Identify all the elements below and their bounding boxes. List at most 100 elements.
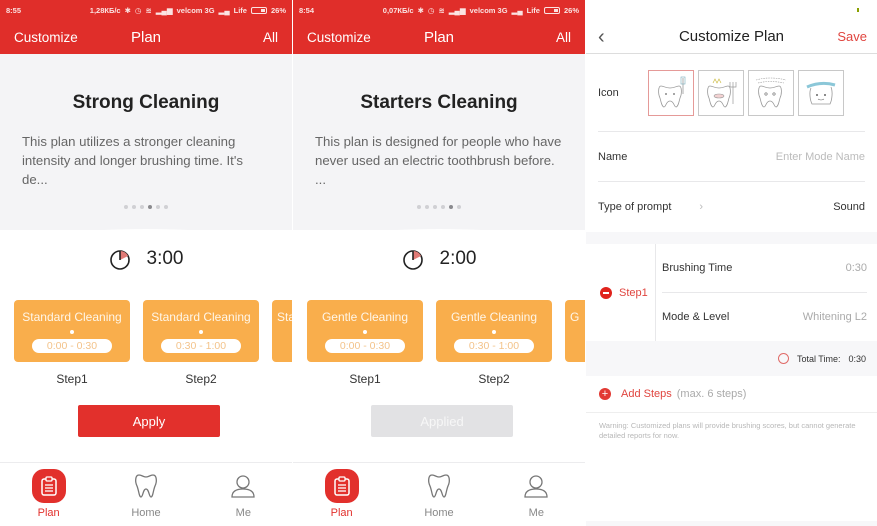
step-item[interactable]: Standard Cleaning 0:30 - 1:00 Step2 [143, 300, 259, 386]
step-range: 0:00 - 0:30 [31, 339, 113, 353]
carousel-dot [441, 205, 445, 209]
plan-screen-strong: 8:55 1,28КБ/с ✱ ◷ ≋ ▂▄▆ velcom 3G ▂▄ Lif… [0, 0, 292, 526]
brushing-time-value: 0:30 [845, 262, 867, 274]
tab-bar: Plan Home Me [0, 462, 292, 526]
warning-text: Warning: Customized plans will provide b… [586, 413, 877, 521]
app-bar: Customize Plan All [0, 20, 292, 54]
step-item[interactable]: G [565, 300, 585, 386]
net-speed: 1,28КБ/с [89, 5, 121, 15]
header: ‹ Customize Plan Save [586, 20, 877, 54]
name-row: Name Enter Mode Name [598, 132, 865, 182]
customize-button[interactable]: Customize [14, 30, 78, 45]
tab-plan[interactable]: Plan [293, 463, 390, 526]
apply-button[interactable]: Apply [78, 405, 220, 437]
total-time-value: 0:30 [848, 353, 866, 364]
app-bar: Customize Plan All [293, 20, 585, 54]
mode-name-input[interactable]: Enter Mode Name [776, 151, 865, 163]
total-time: Total Time: 0:30 [586, 341, 877, 376]
step-label: Step1 [56, 372, 88, 386]
save-button[interactable]: Save [837, 29, 867, 44]
add-steps-max: (max. 6 steps) [676, 388, 747, 400]
battery-icon [543, 6, 560, 14]
step-range: 0:30 - 1:00 [453, 339, 535, 353]
tab-home[interactable]: Home [97, 463, 194, 526]
carousel-dot [457, 205, 461, 209]
tooth-paste-icon[interactable] [797, 69, 844, 116]
all-button[interactable]: All [556, 30, 571, 45]
brushing-time-row[interactable]: Brushing Time 0:30 [662, 244, 867, 292]
tab-plan[interactable]: Plan [0, 463, 97, 526]
alarm-icon: ◷ [427, 5, 435, 15]
step-item[interactable]: Sta [272, 300, 292, 386]
step-card: Gentle Cleaning 0:00 - 0:30 [307, 300, 423, 362]
step-card: Sta [272, 300, 292, 362]
carousel-dot [156, 205, 160, 209]
step-item[interactable]: Standard Cleaning 0:00 - 0:30 Step1 [14, 300, 130, 386]
carousel-dot [417, 205, 421, 209]
carousel-indicator [0, 205, 292, 209]
page-title: Customize Plan [678, 28, 785, 45]
carousel-dot [124, 205, 128, 209]
carrier-2: Life [233, 5, 247, 15]
customize-button[interactable]: Customize [307, 30, 371, 45]
mode-level-row[interactable]: Mode & Level Whitening L2 [662, 292, 867, 340]
wifi-icon: ≋ [438, 5, 445, 15]
tab-bar: Plan Home Me [293, 462, 585, 526]
mode-level-label: Mode & Level [662, 310, 730, 323]
plan-carousel[interactable]: Strong Cleaning This plan utilizes a str… [0, 54, 292, 309]
step-list[interactable]: Standard Cleaning 0:00 - 0:30 Step1 Stan… [14, 300, 292, 386]
status-bar: 8:54 0,07КБ/с ✱ ◷ ≋ ▂▄▆ velcom 3G ▂▄ Lif… [293, 0, 585, 20]
person-icon [519, 469, 553, 503]
carousel-dot [425, 205, 429, 209]
step-item[interactable]: Gentle Cleaning 0:30 - 1:00 Step2 [436, 300, 552, 386]
step-label: Step2 [478, 372, 510, 386]
step-list[interactable]: Gentle Cleaning 0:00 - 0:30 Step1 Gentle… [307, 300, 585, 386]
signal-icon: ▂▄ [511, 5, 523, 15]
carousel-dot-active [449, 205, 453, 209]
step-card: Standard Cleaning 0:30 - 1:00 [143, 300, 259, 362]
applied-button[interactable]: Applied [371, 405, 513, 437]
mode-level-value: Whitening L2 [802, 310, 867, 323]
step-label: Step2 [185, 372, 217, 386]
all-button[interactable]: All [263, 30, 278, 45]
plan-screen-starters: 8:54 0,07КБ/с ✱ ◷ ≋ ▂▄▆ velcom 3G ▂▄ Lif… [293, 0, 585, 526]
tab-home[interactable]: Home [390, 463, 487, 526]
prompt-row[interactable]: Type of prompt › Sound [598, 182, 865, 232]
alarm-icon: ◷ [134, 5, 142, 15]
step-card: G [565, 300, 585, 362]
plan-description: This plan utilizes a stronger cleaning i… [22, 134, 243, 187]
plan-carousel[interactable]: Starters Cleaning This plan is designed … [293, 54, 585, 309]
step-item[interactable]: Gentle Cleaning 0:00 - 0:30 Step1 [307, 300, 423, 386]
step-label: Step1 [619, 286, 648, 299]
timer-icon [109, 250, 130, 270]
chevron-right-icon: › [699, 201, 704, 213]
name-label: Name [598, 150, 628, 163]
brushing-time-label: Brushing Time [662, 262, 733, 274]
step-card: Standard Cleaning 0:00 - 0:30 [14, 300, 130, 362]
signal-icon: ▂▄ [218, 5, 230, 15]
chevron-left-icon[interactable]: ‹ [598, 26, 605, 49]
screen: 8:55 1,28КБ/с ✱ ◷ ≋ ▂▄▆ velcom 3G ▂▄ Lif… [0, 0, 877, 526]
tab-me[interactable]: Me [488, 463, 585, 526]
add-steps-button[interactable]: + Add Steps (max. 6 steps) [586, 376, 877, 413]
tooth-brush-icon[interactable] [647, 69, 694, 116]
tooth-floss-icon[interactable] [747, 69, 794, 116]
carousel-dot [140, 205, 144, 209]
tooth-icon [422, 469, 456, 503]
carousel-dot-active [148, 205, 152, 209]
clipboard-icon [31, 469, 66, 503]
step-mode: Gentle Cleaning [450, 310, 538, 324]
plan-duration: 3:00 [0, 248, 292, 270]
tooth-crown-icon[interactable] [697, 69, 744, 116]
step-mode: Standard Cleaning [151, 310, 251, 324]
page-title: Plan [130, 28, 162, 46]
plan-description: This plan is designed for people who hav… [315, 134, 562, 187]
net-speed: 0,07КБ/с [382, 5, 414, 15]
tab-me[interactable]: Me [195, 463, 292, 526]
icon-label: Icon [598, 86, 619, 99]
remove-step-icon[interactable] [600, 286, 612, 299]
carousel-dot [164, 205, 168, 209]
prompt-value[interactable]: Sound [833, 201, 865, 213]
status-bar: 8:55 1,28КБ/с ✱ ◷ ≋ ▂▄▆ velcom 3G ▂▄ Lif… [0, 0, 292, 20]
carrier-2: Life [526, 5, 540, 15]
